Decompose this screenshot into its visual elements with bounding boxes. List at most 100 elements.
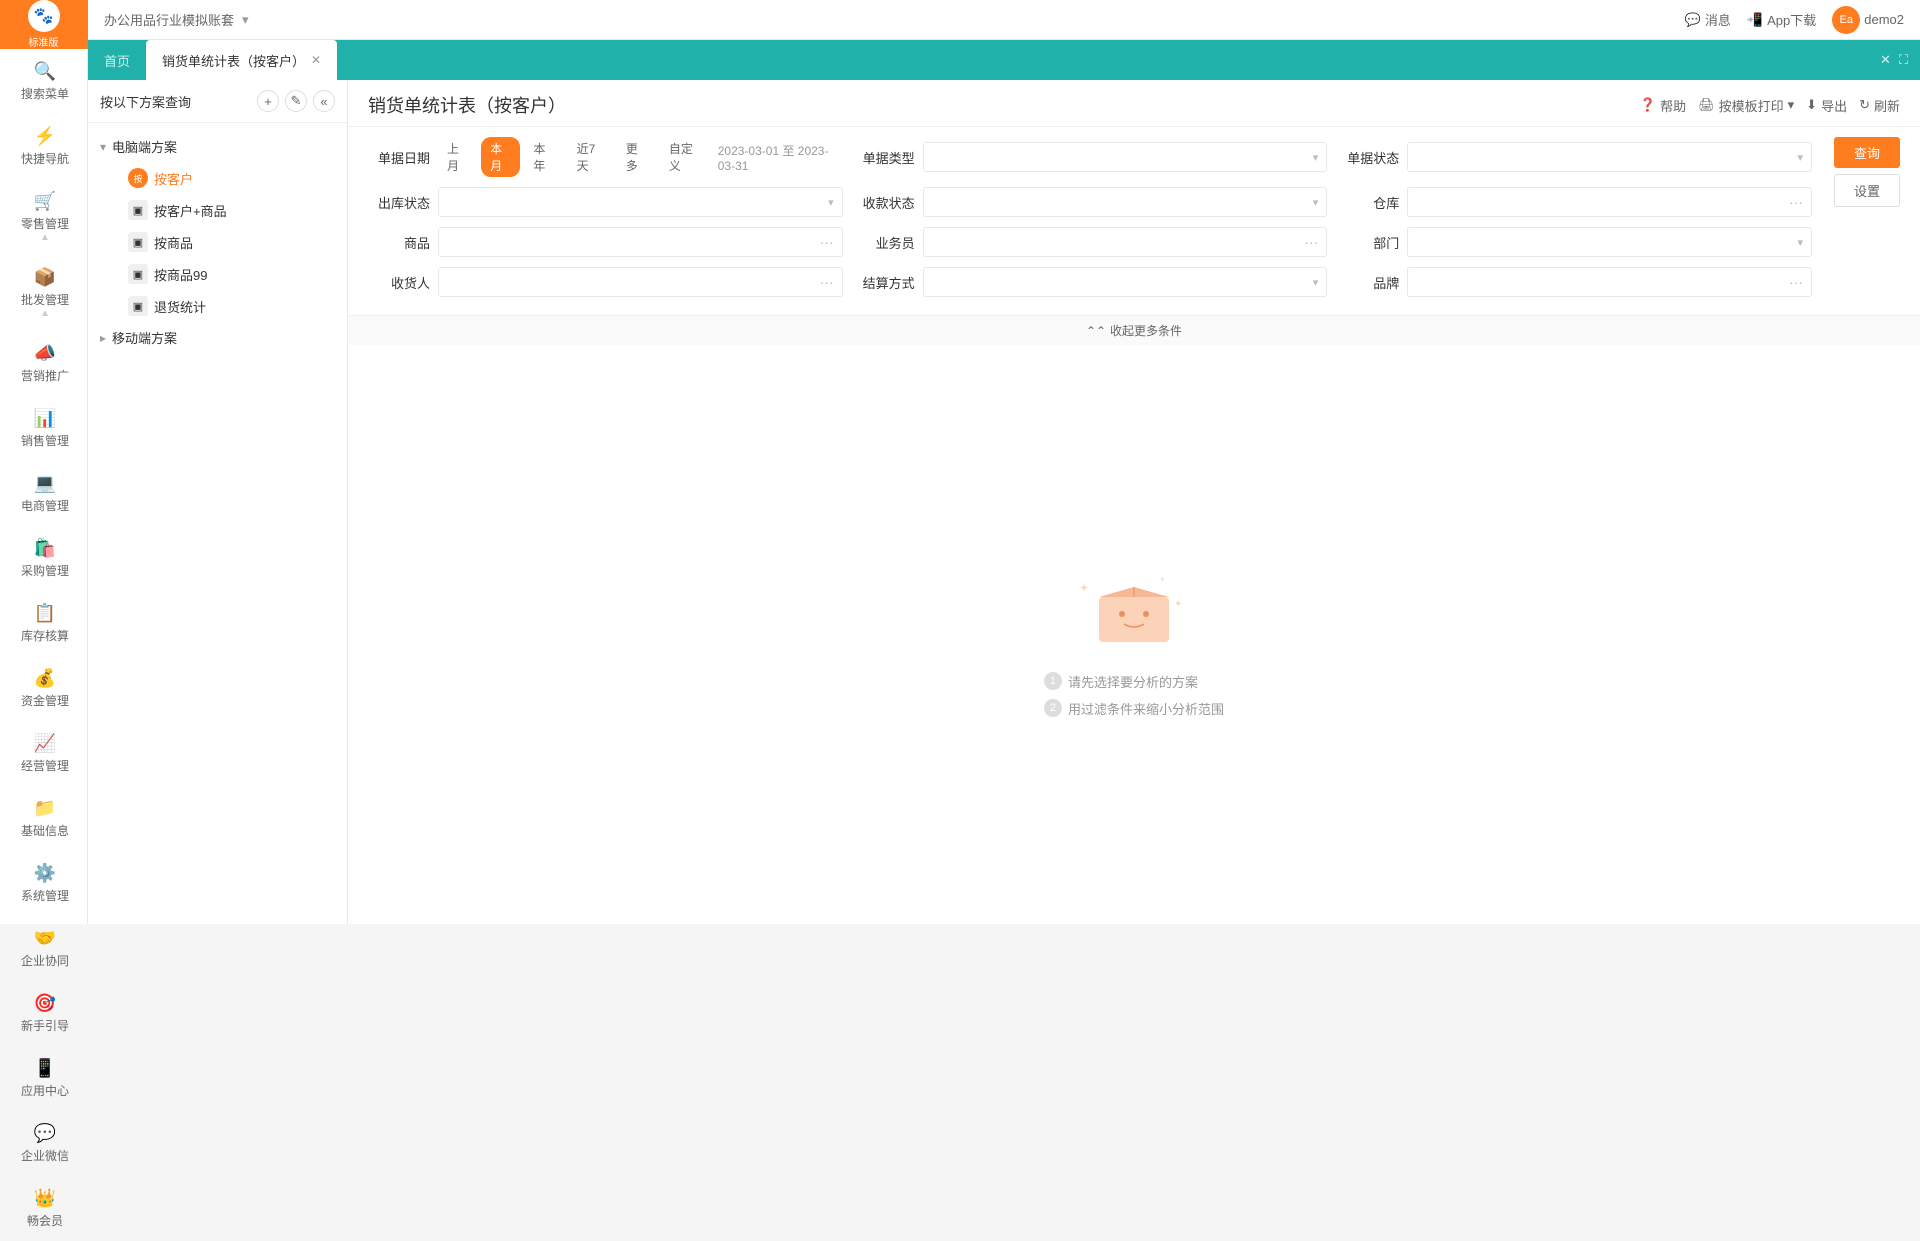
sidebar-item-inventory[interactable]: 📋 库存核算 — [0, 591, 87, 656]
dept-select[interactable]: ▾ — [1407, 227, 1812, 257]
collapse-bar[interactable]: ⌃⌃ 收起更多条件 — [348, 315, 1920, 345]
doc-status-label: 单据状态 — [1337, 148, 1407, 167]
salesperson-dots-icon[interactable]: ··· — [1304, 234, 1318, 250]
date-more[interactable]: 更多 — [617, 137, 656, 177]
brand-select[interactable]: ··· — [1407, 267, 1812, 297]
sidebar-item-sales-label: 销售管理 — [21, 432, 69, 449]
settle-arrow-icon: ▾ — [1313, 276, 1319, 289]
tree-item-by-customer-goods[interactable]: ▣ 按客户+商品 — [116, 194, 347, 226]
close-window-icon[interactable]: ✕ — [1880, 52, 1891, 68]
add-scheme-button[interactable]: + — [257, 90, 279, 112]
tree-item-by-goods-99[interactable]: ▣ 按商品99 — [116, 258, 347, 290]
warehouse-dots-icon[interactable]: ··· — [1789, 194, 1803, 210]
date-last-month[interactable]: 上月 — [438, 137, 477, 177]
inventory-icon: 📋 — [34, 603, 56, 624]
export-button[interactable]: ⬇ 导出 — [1806, 96, 1847, 115]
query-button[interactable]: 查询 — [1834, 137, 1900, 168]
scheme-tree: ▾ 电脑端方案 按 按客户 ▣ 按客户+商品 ▣ 按商品 — [88, 123, 347, 361]
sidebar-item-operation[interactable]: 📈 经营管理 — [0, 721, 87, 786]
date-last-7[interactable]: 近7天 — [568, 137, 613, 177]
sidebar-item-ecommerce[interactable]: 💻 电商管理 — [0, 461, 87, 526]
brand-dots-icon[interactable]: ··· — [1789, 274, 1803, 290]
svg-text:✦: ✦ — [1174, 599, 1182, 610]
sidebar-item-base[interactable]: 📁 基础信息 — [0, 786, 87, 851]
date-custom[interactable]: 自定义 — [660, 137, 710, 177]
sidebar-item-system-label: 系统管理 — [21, 887, 69, 904]
sidebar-item-quick-nav[interactable]: ⚡ 快捷导航 — [0, 114, 87, 179]
wholesale-icon: 📦 — [34, 267, 56, 288]
sidebar-item-search[interactable]: 🔍 搜索菜单 — [0, 49, 87, 114]
doc-status-arrow-icon: ▾ — [1797, 151, 1803, 164]
logo-text: 标准版 — [29, 34, 59, 49]
out-status-arrow-icon: ▾ — [828, 196, 834, 209]
page-title: 销货单统计表（按客户） — [368, 92, 566, 118]
doc-status-select[interactable]: ▾ — [1407, 142, 1812, 172]
sidebar-item-inventory-label: 库存核算 — [21, 627, 69, 644]
app-download-button[interactable]: 📲 App下载 — [1747, 10, 1816, 29]
maximize-button[interactable]: ✕ ⛶ — [1880, 52, 1920, 68]
refresh-button[interactable]: ↻ 刷新 — [1859, 96, 1900, 115]
warehouse-select[interactable]: ··· — [1407, 187, 1812, 217]
breadcrumb-dropdown-icon[interactable]: ▾ — [242, 12, 249, 28]
collapse-panel-button[interactable]: « — [313, 90, 335, 112]
goods-label: 商品 — [368, 233, 438, 252]
sidebar-item-marketing[interactable]: 📣 营销推广 — [0, 331, 87, 396]
goods-select[interactable]: ··· — [438, 227, 843, 257]
tree-item-by-goods[interactable]: ▣ 按商品 — [116, 226, 347, 258]
goods-dots-icon[interactable]: ··· — [820, 234, 834, 250]
tab-home[interactable]: 首页 — [88, 40, 146, 80]
template-print-button[interactable]: 🖨 按模板打印 ▾ — [1698, 96, 1794, 115]
consignee-dots-icon[interactable]: ··· — [820, 274, 834, 290]
tab-sales-stats[interactable]: 销货单统计表（按客户） ✕ — [146, 40, 337, 80]
tip-num-2: 2 — [1044, 699, 1062, 717]
sidebar-item-app-center[interactable]: 📱 应用中心 — [0, 1046, 87, 1111]
sidebar-item-retail[interactable]: 🛒 零售管理 ▲ — [0, 179, 87, 255]
doc-type-select[interactable]: ▾ — [923, 142, 1328, 172]
out-status-label: 出库状态 — [368, 193, 438, 212]
system-icon: ⚙️ — [34, 863, 56, 884]
edit-scheme-button[interactable]: ✎ — [285, 90, 307, 112]
doc-type-arrow-icon: ▾ — [1313, 151, 1319, 164]
date-this-year[interactable]: 本年 — [524, 137, 563, 177]
sidebar-item-wholesale-label: 批发管理 — [21, 291, 69, 308]
sidebar-item-quick-nav-label: 快捷导航 — [21, 150, 69, 167]
tab-close-icon[interactable]: ✕ — [311, 53, 321, 67]
sidebar-item-member[interactable]: 👑 畅会员 — [0, 1176, 87, 1241]
sidebar-item-purchase[interactable]: 🛍️ 采购管理 — [0, 526, 87, 591]
tree-desktop-group[interactable]: ▾ 电脑端方案 — [88, 131, 347, 162]
sidebar-item-purchase-label: 采购管理 — [21, 562, 69, 579]
consignee-select[interactable]: ··· — [438, 267, 843, 297]
tree-mobile-group[interactable]: ▸ 移动端方案 — [88, 322, 347, 353]
help-link[interactable]: ❓ 帮助 — [1640, 96, 1686, 115]
dept-field: 部门 ▾ — [1337, 227, 1822, 257]
settle-select[interactable]: ▾ — [923, 267, 1328, 297]
ecommerce-icon: 💻 — [34, 473, 56, 494]
maximize-window-icon[interactable]: ⛶ — [1899, 52, 1908, 68]
sidebar-item-finance[interactable]: 💰 资金管理 — [0, 656, 87, 721]
query-buttons: 查询 设置 — [1822, 137, 1900, 307]
date-label: 单据日期 — [368, 148, 438, 167]
sidebar-item-enterprise-wechat[interactable]: 💬 企业微信 — [0, 1111, 87, 1176]
sidebar-logo[interactable]: 🐾 标准版 — [0, 0, 88, 49]
user-menu[interactable]: Ea demo2 — [1832, 6, 1904, 34]
sidebar-item-system[interactable]: ⚙️ 系统管理 — [0, 851, 87, 916]
sidebar-item-new-guide[interactable]: 🎯 新手引导 — [0, 981, 87, 1046]
receipt-status-select[interactable]: ▾ — [923, 187, 1328, 217]
sidebar-item-wholesale[interactable]: 📦 批发管理 ▲ — [0, 255, 87, 331]
sidebar-item-new-guide-label: 新手引导 — [21, 1017, 69, 1034]
sidebar-item-enterprise[interactable]: 🤝 企业协同 — [0, 916, 87, 981]
add-icon: + — [264, 94, 272, 109]
tree-item-return-stats[interactable]: ▣ 退货统计 — [116, 290, 347, 322]
svg-text:✦: ✦ — [1159, 575, 1166, 584]
page-actions: ❓ 帮助 🖨 按模板打印 ▾ ⬇ 导出 ↻ 刷新 — [1640, 96, 1900, 115]
sidebar-item-sales[interactable]: 📊 销售管理 — [0, 396, 87, 461]
message-button[interactable]: 💬 消息 — [1685, 10, 1731, 29]
refresh-icon: ↻ — [1859, 97, 1870, 113]
tree-item-by-customer[interactable]: 按 按客户 — [116, 162, 347, 194]
salesperson-select[interactable]: ··· — [923, 227, 1328, 257]
purchase-icon: 🛍️ — [34, 538, 56, 559]
out-status-select[interactable]: ▾ — [438, 187, 843, 217]
settings-button[interactable]: 设置 — [1834, 174, 1900, 207]
sales-icon: 📊 — [34, 408, 56, 429]
date-this-month[interactable]: 本月 — [481, 137, 520, 177]
